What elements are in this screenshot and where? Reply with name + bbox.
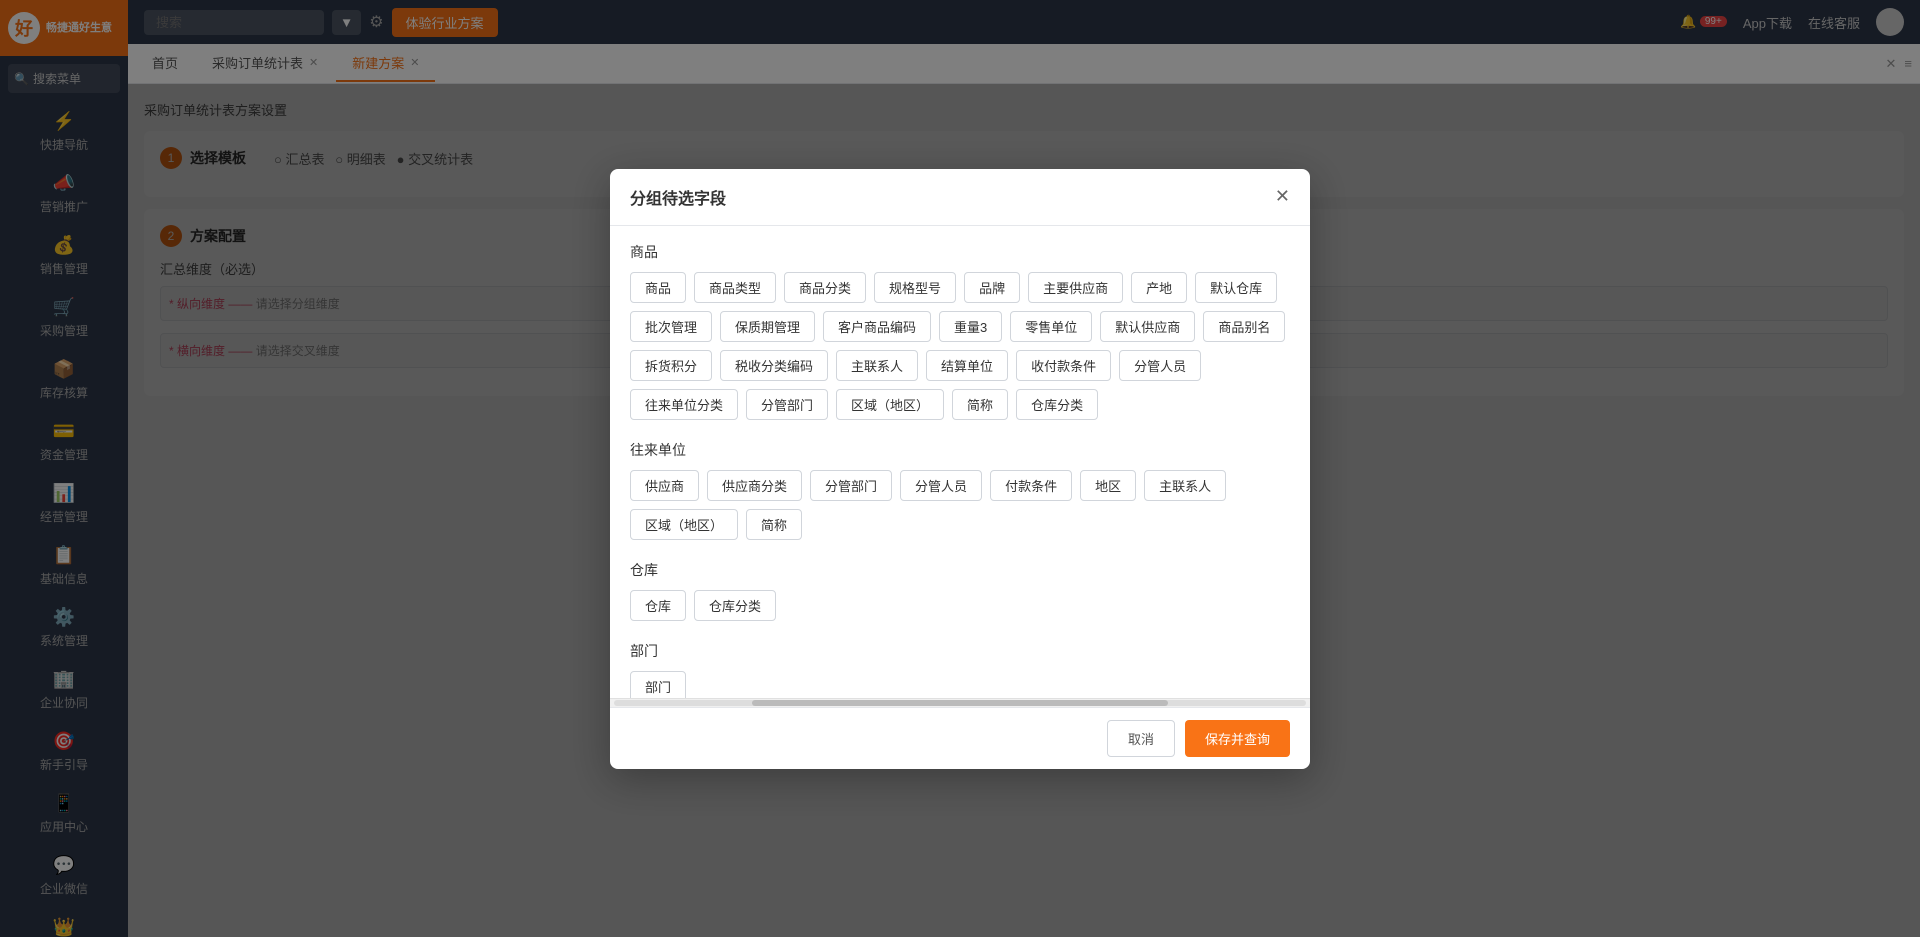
field-tag-main-contact2[interactable]: 主联系人 (1144, 470, 1226, 501)
field-tag-origin[interactable]: 产地 (1131, 272, 1187, 303)
field-tag-product-alias[interactable]: 商品别名 (1203, 311, 1285, 342)
field-tag-product-type[interactable]: 商品类型 (694, 272, 776, 303)
field-tag-default-warehouse[interactable]: 默认仓库 (1195, 272, 1277, 303)
field-tag-payment-terms[interactable]: 收付款条件 (1016, 350, 1111, 381)
modal-body[interactable]: 商品 商品 商品类型 商品分类 规格型号 品牌 主要供应商 产地 默认仓库 批次… (610, 226, 1310, 699)
save-button[interactable]: 保存并查询 (1185, 720, 1290, 757)
cancel-button[interactable]: 取消 (1107, 720, 1175, 757)
field-tag-retail-unit[interactable]: 零售单位 (1010, 311, 1092, 342)
counterparty-tags: 供应商 供应商分类 分管部门 分管人员 付款条件 地区 主联系人 区域（地区） … (630, 470, 1290, 540)
field-tag-area[interactable]: 地区 (1080, 470, 1136, 501)
modal-overlay: 分组待选字段 ✕ 商品 商品 商品类型 商品分类 规格型号 品牌 主要供应商 产… (0, 0, 1920, 937)
field-tag-product-category[interactable]: 商品分类 (784, 272, 866, 303)
field-tag-shelf-life[interactable]: 保质期管理 (720, 311, 815, 342)
field-tag-dept-person[interactable]: 分管人员 (900, 470, 982, 501)
counterparty-section: 往来单位 供应商 供应商分类 分管部门 分管人员 付款条件 地区 主联系人 区域… (630, 440, 1290, 540)
counterparty-section-title: 往来单位 (630, 440, 1290, 460)
field-tag-pay-terms[interactable]: 付款条件 (990, 470, 1072, 501)
field-tag-main-contact[interactable]: 主联系人 (836, 350, 918, 381)
field-tag-default-supplier[interactable]: 默认供应商 (1100, 311, 1195, 342)
field-tag-split-points[interactable]: 拆货积分 (630, 350, 712, 381)
department-section: 部门 部门 (630, 641, 1290, 699)
field-tag-region2[interactable]: 区域（地区） (630, 509, 738, 540)
modal-close-button[interactable]: ✕ (1275, 186, 1290, 207)
warehouse-tags: 仓库 仓库分类 (630, 590, 1290, 621)
scrollbar-thumb (752, 700, 1167, 706)
modal-title: 分组待选字段 (630, 185, 726, 209)
field-tag-dept-manage[interactable]: 分管部门 (810, 470, 892, 501)
field-tag-warehouse[interactable]: 仓库 (630, 590, 686, 621)
field-tag-brand[interactable]: 品牌 (964, 272, 1020, 303)
product-tags: 商品 商品类型 商品分类 规格型号 品牌 主要供应商 产地 默认仓库 批次管理 … (630, 272, 1290, 420)
field-tag-counterparty-category[interactable]: 往来单位分类 (630, 389, 738, 420)
field-tag-tax-code[interactable]: 税收分类编码 (720, 350, 828, 381)
field-tag-supplier[interactable]: 供应商 (630, 470, 699, 501)
horizontal-scrollbar[interactable] (610, 698, 1310, 706)
field-tag-customer-code[interactable]: 客户商品编码 (823, 311, 931, 342)
product-section: 商品 商品 商品类型 商品分类 规格型号 品牌 主要供应商 产地 默认仓库 批次… (630, 242, 1290, 420)
field-select-modal: 分组待选字段 ✕ 商品 商品 商品类型 商品分类 规格型号 品牌 主要供应商 产… (610, 169, 1310, 769)
scrollbar-track (614, 700, 1306, 706)
field-tag-weight[interactable]: 重量3 (939, 311, 1002, 342)
department-section-title: 部门 (630, 641, 1290, 661)
field-tag-warehouse-category[interactable]: 仓库分类 (1016, 389, 1098, 420)
department-tags: 部门 (630, 671, 1290, 699)
warehouse-section: 仓库 仓库 仓库分类 (630, 560, 1290, 621)
field-tag-short-name2[interactable]: 简称 (746, 509, 802, 540)
field-tag-supplier-category[interactable]: 供应商分类 (707, 470, 802, 501)
modal-footer: 取消 保存并查询 (610, 707, 1310, 769)
modal-header: 分组待选字段 ✕ (610, 169, 1310, 226)
field-tag-region[interactable]: 区域（地区） (836, 389, 944, 420)
warehouse-section-title: 仓库 (630, 560, 1290, 580)
field-tag-batch-mgmt[interactable]: 批次管理 (630, 311, 712, 342)
product-section-title: 商品 (630, 242, 1290, 262)
field-tag-main-supplier[interactable]: 主要供应商 (1028, 272, 1123, 303)
field-tag-supervisor[interactable]: 分管人员 (1119, 350, 1201, 381)
field-tag-spec-model[interactable]: 规格型号 (874, 272, 956, 303)
field-tag-warehouse-cat[interactable]: 仓库分类 (694, 590, 776, 621)
field-tag-short-name[interactable]: 简称 (952, 389, 1008, 420)
field-tag-manage-dept[interactable]: 分管部门 (746, 389, 828, 420)
field-tag-department[interactable]: 部门 (630, 671, 686, 699)
field-tag-settlement-unit[interactable]: 结算单位 (926, 350, 1008, 381)
field-tag-product[interactable]: 商品 (630, 272, 686, 303)
